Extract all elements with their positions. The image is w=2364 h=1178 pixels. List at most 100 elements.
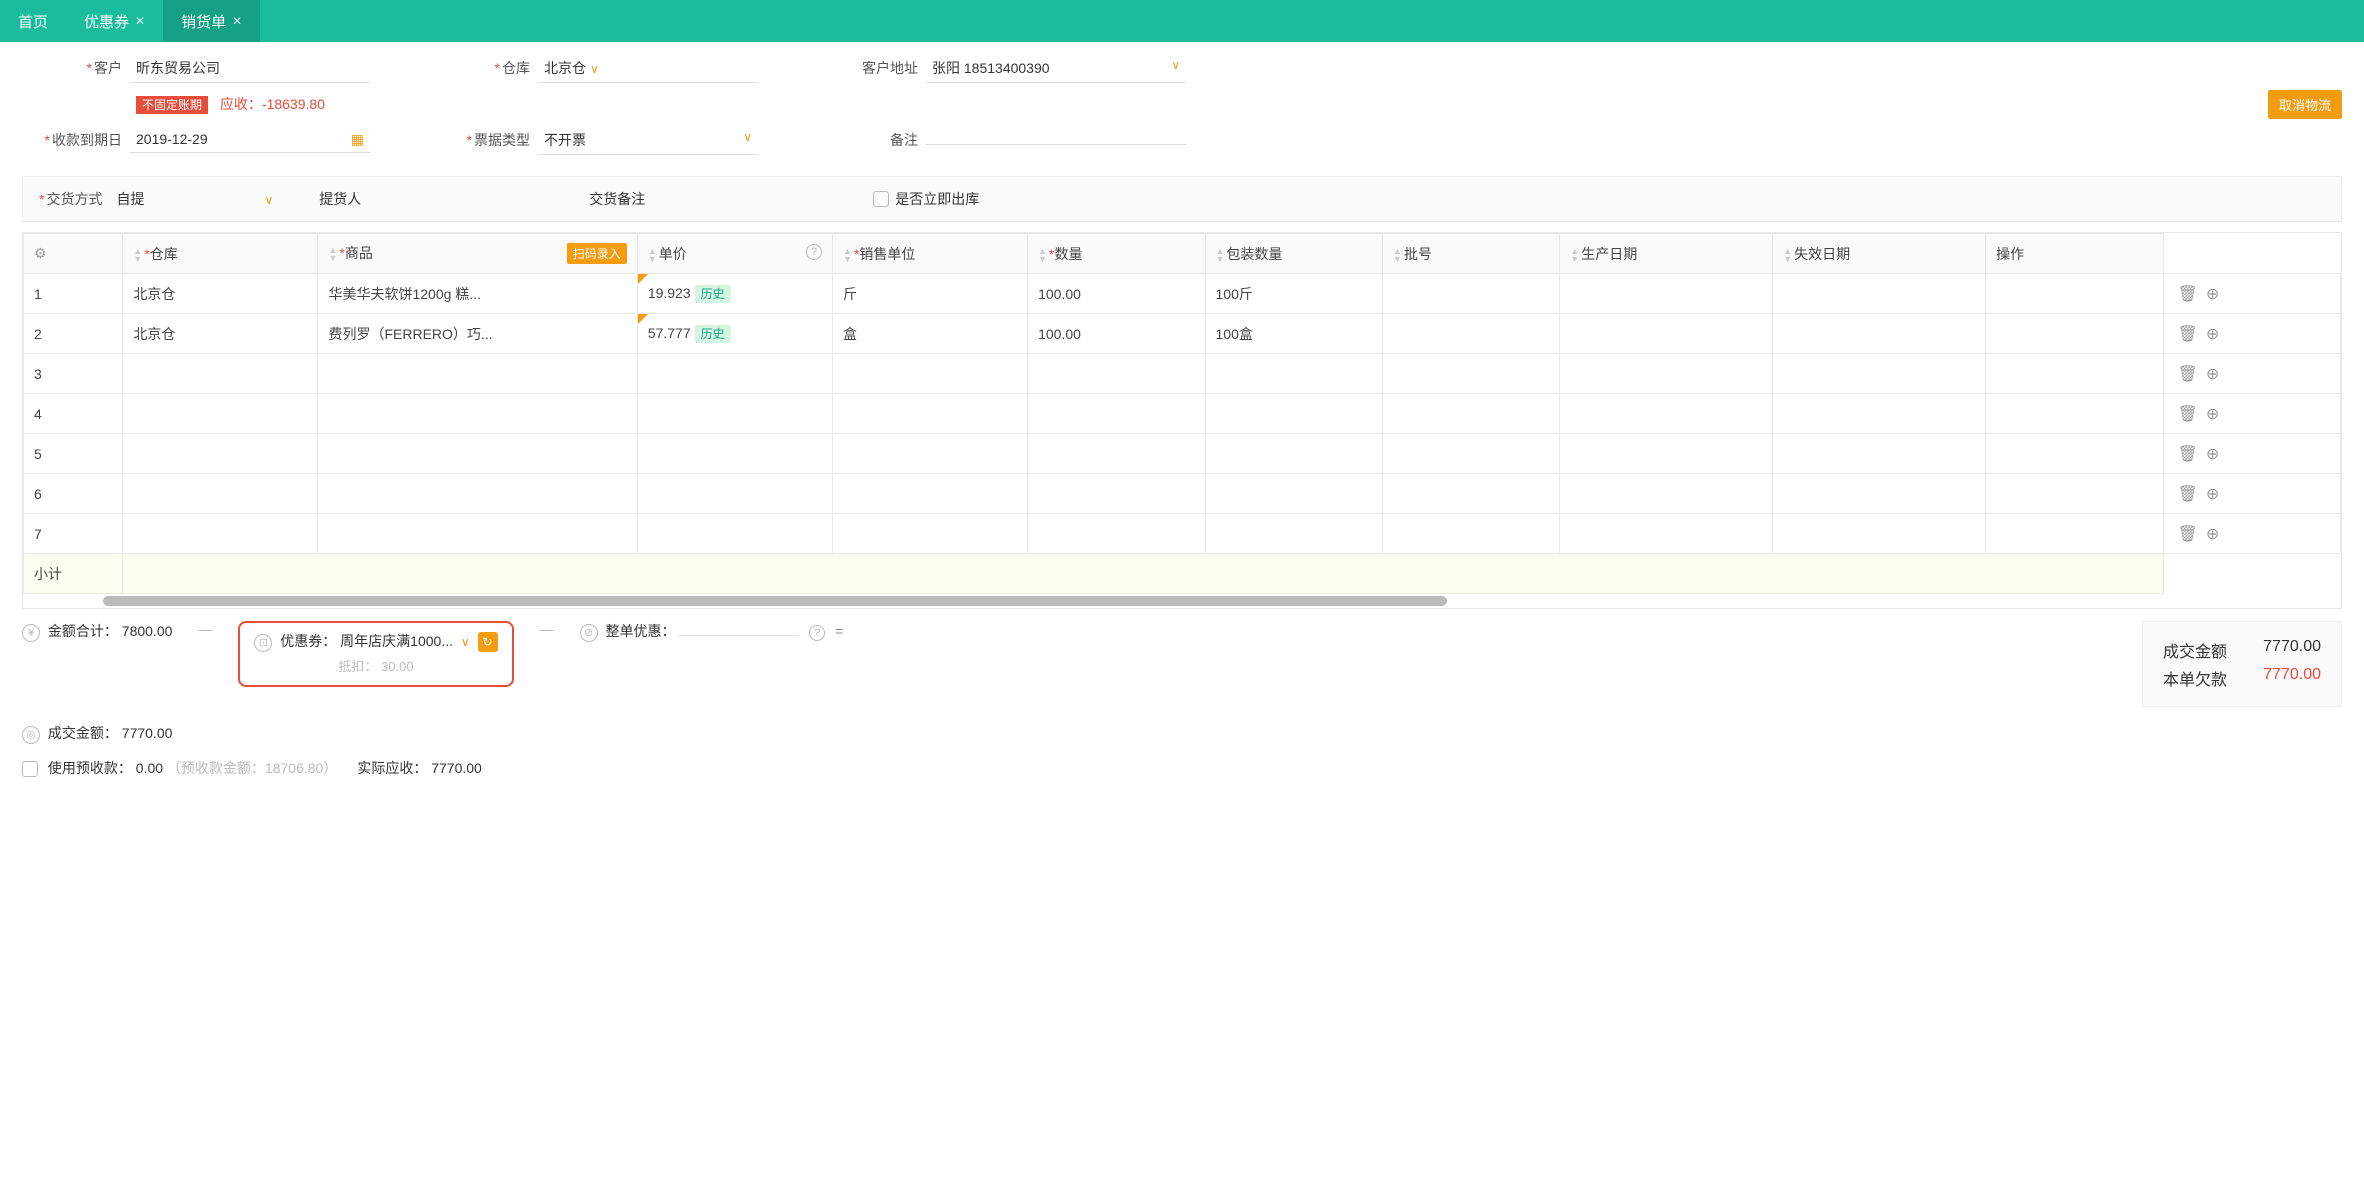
delete-icon[interactable]: 🗑 (2178, 486, 2198, 503)
sort-icon[interactable]: ▲▼ (1783, 247, 1792, 263)
add-icon[interactable]: ⊕ (2206, 486, 2219, 503)
cell[interactable] (1028, 474, 1205, 514)
customer-select[interactable]: 昕东贸易公司 (130, 54, 370, 83)
tab-sales[interactable]: 销货单✕ (163, 0, 260, 42)
cell[interactable]: 100斤 (1205, 274, 1382, 314)
cell[interactable] (832, 354, 1027, 394)
sort-icon[interactable]: ▲▼ (1570, 247, 1579, 263)
sort-icon[interactable]: ▲▼ (1216, 247, 1225, 263)
cell[interactable] (832, 394, 1027, 434)
cell[interactable]: 盒 (832, 314, 1027, 354)
invoice-type-select[interactable]: 不开票∨ (538, 126, 758, 155)
cell[interactable] (637, 434, 832, 474)
close-icon[interactable]: ✕ (232, 14, 242, 28)
cell[interactable] (637, 394, 832, 434)
add-icon[interactable]: ⊕ (2206, 446, 2219, 463)
coupon-select[interactable]: 周年店庆满1000... (340, 633, 453, 649)
outbound-checkbox[interactable] (873, 191, 889, 207)
cell[interactable] (1560, 274, 1773, 314)
cell[interactable]: 100.00 (1028, 314, 1205, 354)
cell[interactable] (1382, 314, 1559, 354)
cell[interactable] (1773, 474, 1986, 514)
cell[interactable] (637, 474, 832, 514)
cell[interactable] (832, 474, 1027, 514)
order-discount-input[interactable] (679, 635, 799, 636)
cell[interactable] (637, 514, 832, 554)
add-icon[interactable]: ⊕ (2206, 406, 2219, 423)
add-icon[interactable]: ⊕ (2206, 526, 2219, 543)
gear-icon[interactable]: ⚙ (34, 245, 47, 261)
cell[interactable] (1382, 354, 1559, 394)
table-row[interactable]: 3🗑⊕ (24, 354, 2341, 394)
remark-input[interactable] (926, 136, 1186, 145)
cell[interactable] (318, 434, 637, 474)
cell[interactable] (318, 514, 637, 554)
cell[interactable] (1560, 474, 1773, 514)
scan-input-badge[interactable]: 扫码录入 (567, 243, 627, 264)
cell[interactable]: 北京仓 (123, 314, 318, 354)
address-select[interactable]: 张阳 18513400390∨ (926, 54, 1186, 83)
help-icon[interactable]: ? (809, 625, 825, 641)
cell[interactable] (1560, 314, 1773, 354)
history-badge[interactable]: 历史 (695, 325, 731, 343)
chevron-down-icon[interactable]: ∨ (461, 635, 470, 649)
delete-icon[interactable]: 🗑 (2178, 406, 2198, 423)
cell[interactable] (123, 354, 318, 394)
cell[interactable] (1986, 434, 2163, 474)
cell[interactable] (1028, 514, 1205, 554)
close-icon[interactable]: ✕ (135, 14, 145, 28)
cell[interactable] (1773, 394, 1986, 434)
cell[interactable] (1773, 354, 1986, 394)
table-row[interactable]: 1北京仓华美华夫软饼1200g 糕...19.923历史斤100.00100斤🗑… (24, 274, 2341, 314)
cell[interactable]: 19.923历史 (637, 274, 832, 314)
cell[interactable] (1560, 434, 1773, 474)
cell[interactable] (1382, 434, 1559, 474)
table-row[interactable]: 5🗑⊕ (24, 434, 2341, 474)
horizontal-scrollbar[interactable] (103, 596, 1447, 606)
table-row[interactable]: 4🗑⊕ (24, 394, 2341, 434)
delivery-note-input[interactable] (653, 195, 833, 203)
cell[interactable]: 斤 (832, 274, 1027, 314)
cell[interactable] (1382, 394, 1559, 434)
refresh-icon[interactable]: ↻ (478, 632, 498, 652)
cancel-logistics-button[interactable]: 取消物流 (2268, 90, 2342, 119)
help-icon[interactable]: ? (806, 244, 822, 260)
cell[interactable]: 费列罗（FERRERO）巧... (318, 314, 637, 354)
picker-input[interactable] (369, 195, 549, 203)
table-row[interactable]: 7🗑⊕ (24, 514, 2341, 554)
cell[interactable] (1773, 274, 1986, 314)
cell[interactable] (1382, 514, 1559, 554)
cell[interactable] (123, 394, 318, 434)
delete-icon[interactable]: 🗑 (2178, 326, 2198, 343)
cell[interactable] (1986, 394, 2163, 434)
cell[interactable] (123, 514, 318, 554)
delete-icon[interactable]: 🗑 (2178, 286, 2198, 303)
cell[interactable]: 100.00 (1028, 274, 1205, 314)
cell[interactable] (1986, 314, 2163, 354)
cell[interactable] (1773, 514, 1986, 554)
cell[interactable] (1205, 514, 1382, 554)
cell[interactable] (318, 354, 637, 394)
cell[interactable] (318, 394, 637, 434)
add-icon[interactable]: ⊕ (2206, 366, 2219, 383)
cell[interactable] (1205, 434, 1382, 474)
cell[interactable] (1028, 434, 1205, 474)
cell[interactable] (1560, 394, 1773, 434)
cell[interactable] (1986, 474, 2163, 514)
cell[interactable] (318, 474, 637, 514)
cell[interactable] (1986, 354, 2163, 394)
delete-icon[interactable]: 🗑 (2178, 526, 2198, 543)
cell[interactable] (1205, 394, 1382, 434)
tab-home[interactable]: 首页 (0, 0, 66, 42)
sort-icon[interactable]: ▲▼ (1393, 247, 1402, 263)
cell[interactable] (1560, 514, 1773, 554)
add-icon[interactable]: ⊕ (2206, 326, 2219, 343)
cell[interactable] (1986, 514, 2163, 554)
sort-icon[interactable]: ▲▼ (648, 247, 657, 263)
cell[interactable] (1560, 354, 1773, 394)
cell[interactable] (1773, 434, 1986, 474)
cell[interactable] (1205, 474, 1382, 514)
cell[interactable]: 100盒 (1205, 314, 1382, 354)
cell[interactable] (123, 434, 318, 474)
tab-coupon[interactable]: 优惠券✕ (66, 0, 163, 42)
